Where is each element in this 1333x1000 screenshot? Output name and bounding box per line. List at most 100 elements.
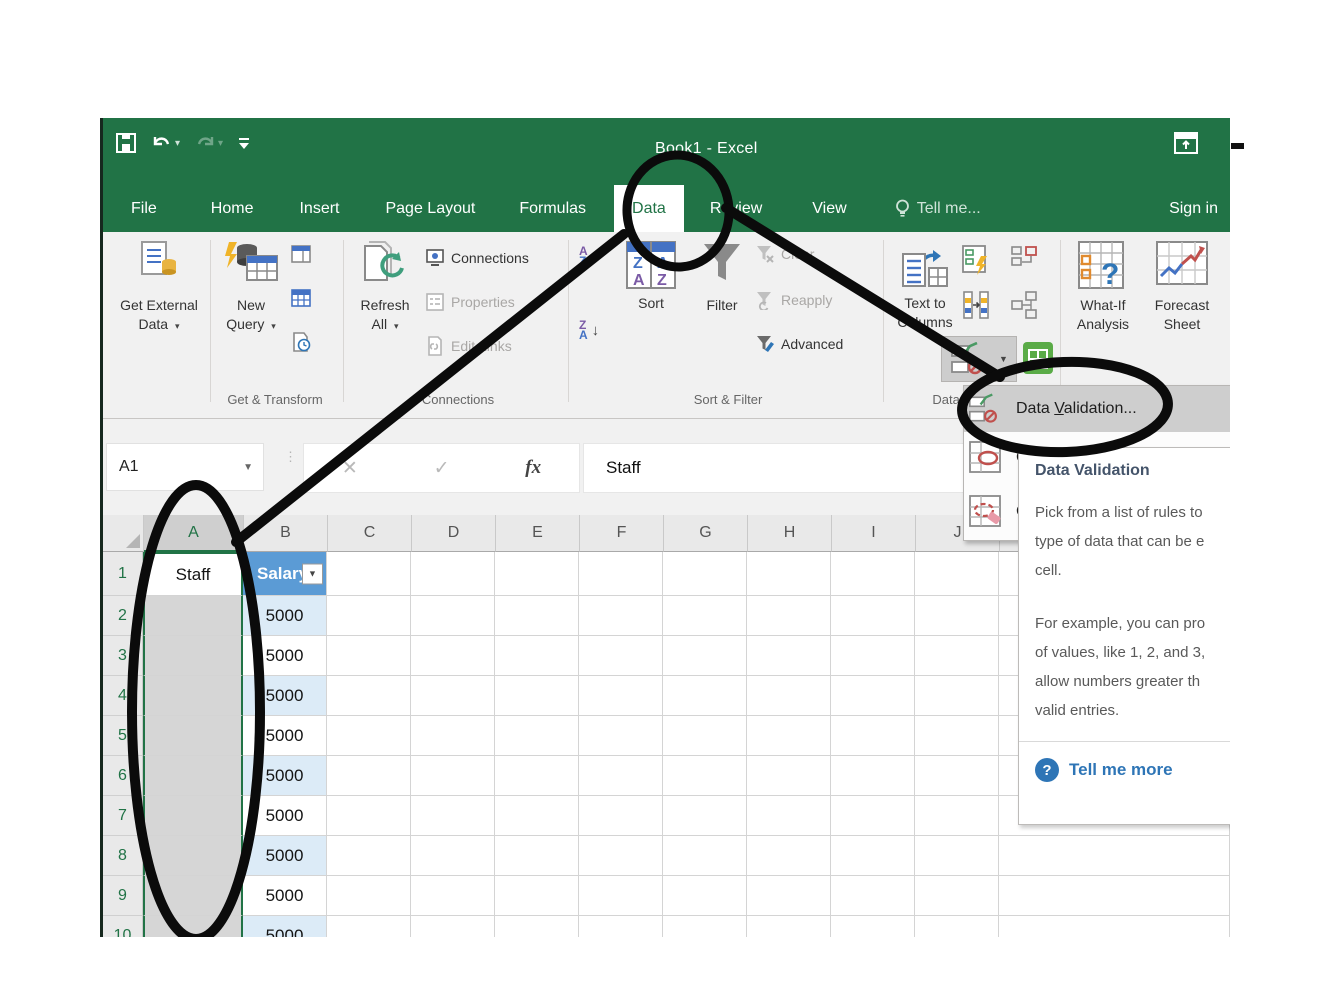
row-header-1[interactable]: 1 (103, 552, 143, 596)
cell-a7[interactable] (143, 796, 243, 836)
undo-dropdown-arrow[interactable]: ▾ (175, 138, 180, 149)
from-table-button[interactable] (291, 288, 311, 308)
relationships-button[interactable] (1009, 290, 1039, 320)
confirm-entry-icon[interactable]: ✓ (434, 457, 450, 480)
column-header-i[interactable]: I (832, 515, 916, 552)
lightbulb-icon (895, 199, 909, 217)
customize-qat-icon[interactable] (237, 135, 251, 151)
row-header-10[interactable]: 10 (103, 916, 143, 937)
name-box[interactable]: A1 ▼ (106, 443, 264, 491)
consolidate-button[interactable] (1009, 244, 1039, 276)
row-header-3[interactable]: 3 (103, 636, 143, 676)
tab-formulas[interactable]: Formulas (501, 185, 604, 232)
name-box-dropdown-arrow[interactable]: ▼ (243, 462, 253, 473)
tab-view[interactable]: View (794, 185, 864, 232)
column-header-g[interactable]: G (664, 515, 748, 552)
cell-b5[interactable]: 5000 (243, 716, 327, 756)
undo-icon[interactable]: ▾ (151, 133, 180, 153)
row-header-6[interactable]: 6 (103, 756, 143, 796)
cell-b10[interactable]: 5000 (243, 916, 327, 937)
row-header-5[interactable]: 5 (103, 716, 143, 756)
clear-filter-icon (757, 246, 774, 263)
cell-a9[interactable] (143, 876, 243, 916)
clear-filter-button[interactable]: Clear (755, 244, 814, 264)
filter-dropdown-button[interactable]: ▼ (302, 563, 323, 584)
tab-page-layout[interactable]: Page Layout (367, 185, 493, 232)
advanced-filter-button[interactable]: Advanced (755, 334, 843, 354)
cell-a6[interactable] (143, 756, 243, 796)
cell-a3[interactable] (143, 636, 243, 676)
tab-file[interactable]: File (113, 185, 175, 232)
tell-me-more-link[interactable]: ? Tell me more (1035, 758, 1230, 782)
column-header-c[interactable]: C (328, 515, 412, 552)
get-external-data-button[interactable]: Get External Data ▾ (111, 240, 207, 336)
cell-b1[interactable]: Salary ▼ (243, 552, 327, 596)
cell-b3[interactable]: 5000 (243, 636, 327, 676)
column-header-h[interactable]: H (748, 515, 832, 552)
filter-button[interactable]: Filter (693, 240, 751, 315)
cropped-window-control (1231, 143, 1244, 149)
cell-a10[interactable] (143, 916, 243, 937)
cell-b4[interactable]: 5000 (243, 676, 327, 716)
sort-ascending-button[interactable]: A Z ↓ (579, 245, 599, 267)
properties-button[interactable]: Properties (425, 292, 515, 312)
column-header-f[interactable]: F (580, 515, 664, 552)
data-validation-button[interactable]: ▼ (941, 336, 1017, 382)
cell-b2[interactable]: 5000 (243, 596, 327, 636)
connections-button[interactable]: Connections (425, 248, 529, 268)
clear-validation-circles-icon (969, 495, 1001, 527)
save-icon[interactable] (115, 132, 137, 154)
select-all-corner[interactable] (103, 515, 144, 552)
reapply-filter-icon (757, 292, 771, 310)
cell-a8[interactable] (143, 836, 243, 876)
data-validation-dropdown-arrow[interactable]: ▼ (999, 354, 1008, 364)
recent-sources-button[interactable] (291, 332, 311, 352)
forecast-sheet-button[interactable]: Forecast Sheet (1145, 240, 1219, 334)
text-to-columns-button[interactable]: Text to Columns (891, 240, 959, 332)
tab-data[interactable]: Data (614, 185, 684, 232)
cell-b6[interactable]: 5000 (243, 756, 327, 796)
cell-a1[interactable]: Staff (143, 552, 243, 596)
manage-data-model-button[interactable] (1019, 338, 1057, 378)
cancel-entry-icon[interactable]: ✕ (342, 457, 358, 480)
menu-item-data-validation[interactable]: Data Validation... (964, 386, 1230, 432)
tell-me-box[interactable]: Tell me... (879, 185, 997, 232)
flash-fill-button[interactable] (961, 244, 991, 276)
column-header-b[interactable]: B (244, 515, 328, 552)
insert-function-icon[interactable]: fx (525, 457, 541, 479)
column-header-d[interactable]: D (412, 515, 496, 552)
cell-b8[interactable]: 5000 (243, 836, 327, 876)
column-header-e[interactable]: E (496, 515, 580, 552)
cell-b7[interactable]: 5000 (243, 796, 327, 836)
svg-text:Z: Z (657, 272, 667, 289)
new-query-button[interactable]: New Query ▾ (215, 240, 287, 336)
tab-home[interactable]: Home (193, 185, 272, 232)
row-header-9[interactable]: 9 (103, 876, 143, 916)
sort-descending-button[interactable]: Z A ↓ (579, 319, 599, 341)
tab-review[interactable]: Review (692, 185, 780, 232)
cell-a4[interactable] (143, 676, 243, 716)
show-queries-icon (291, 245, 311, 263)
row-header-7[interactable]: 7 (103, 796, 143, 836)
sign-in-button[interactable]: Sign in (1169, 185, 1218, 232)
edit-links-button[interactable]: Edit Links (425, 336, 512, 356)
remove-duplicates-button[interactable] (961, 290, 991, 320)
row-header-2[interactable]: 2 (103, 596, 143, 636)
sort-button[interactable]: ZA AZ Sort (618, 240, 684, 313)
group-label-get-transform: Get & Transform (227, 392, 323, 407)
what-if-analysis-button[interactable]: ? What-If Analysis (1065, 240, 1141, 334)
show-queries-button[interactable] (291, 244, 311, 264)
cell-b9[interactable]: 5000 (243, 876, 327, 916)
formula-bar-resize-handle[interactable]: ⋮ (284, 450, 297, 463)
cell-a5[interactable] (143, 716, 243, 756)
row-header-8[interactable]: 8 (103, 836, 143, 876)
reapply-filter-button[interactable]: Reapply (755, 290, 832, 310)
row-header-4[interactable]: 4 (103, 676, 143, 716)
tab-insert[interactable]: Insert (281, 185, 357, 232)
ribbon-display-options-icon[interactable] (1174, 132, 1198, 159)
redo-dropdown-arrow[interactable]: ▾ (218, 138, 223, 149)
refresh-all-button[interactable]: Refresh All ▾ (351, 240, 419, 336)
cell-a2[interactable] (143, 596, 243, 636)
redo-icon[interactable]: ▾ (194, 133, 223, 153)
column-header-a[interactable]: A (144, 515, 244, 552)
